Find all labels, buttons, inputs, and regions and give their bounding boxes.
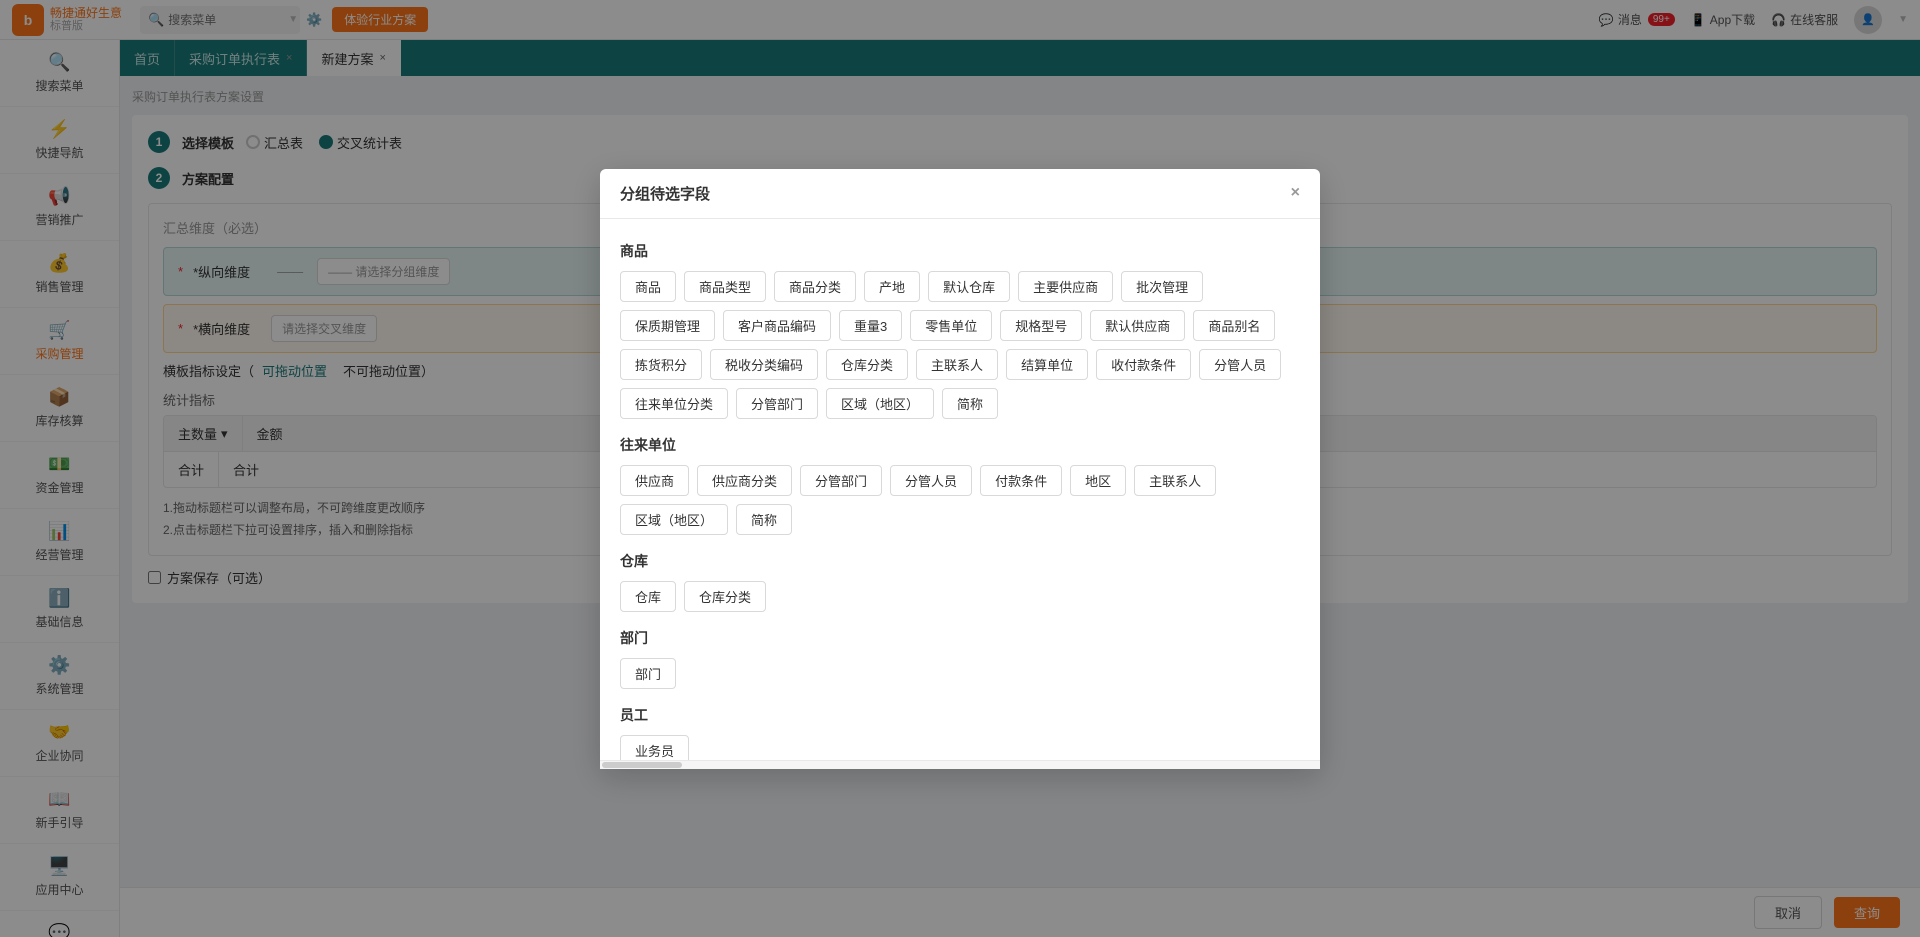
field-tag[interactable]: 主联系人: [916, 349, 998, 380]
field-tag[interactable]: 供应商: [620, 465, 689, 496]
field-tag[interactable]: 付款条件: [980, 465, 1062, 496]
field-tag[interactable]: 默认供应商: [1090, 310, 1185, 341]
field-tag[interactable]: 拣货积分: [620, 349, 702, 380]
field-tag[interactable]: 分管人员: [1199, 349, 1281, 380]
field-tag[interactable]: 税收分类编码: [710, 349, 818, 380]
modal-header: 分组待选字段 ×: [600, 169, 1320, 219]
group-title-staff: 员工: [620, 705, 1300, 725]
group-title-dept: 部门: [620, 628, 1300, 648]
modal-overlay: 分组待选字段 × 商品 商品 商品类型 商品分类 产地 默认仓库 主要供应商 批…: [0, 0, 1920, 937]
field-tag[interactable]: 批次管理: [1121, 271, 1203, 302]
group-title-goods: 商品: [620, 241, 1300, 261]
field-tag[interactable]: 重量3: [839, 310, 902, 341]
field-tag[interactable]: 客户商品编码: [723, 310, 831, 341]
field-tag[interactable]: 主要供应商: [1018, 271, 1113, 302]
field-tag[interactable]: 简称: [736, 504, 792, 535]
field-tags-staff: 业务员: [620, 735, 1300, 761]
modal-body: 商品 商品 商品类型 商品分类 产地 默认仓库 主要供应商 批次管理 保质期管理…: [600, 219, 1320, 761]
field-tag[interactable]: 简称: [942, 388, 998, 419]
modal: 分组待选字段 × 商品 商品 商品类型 商品分类 产地 默认仓库 主要供应商 批…: [600, 169, 1320, 769]
field-tags-dept: 部门: [620, 658, 1300, 689]
modal-close-button[interactable]: ×: [1291, 185, 1300, 201]
modal-hscroll-thumb: [602, 762, 682, 768]
group-title-warehouse: 仓库: [620, 551, 1300, 571]
field-tag[interactable]: 商品别名: [1193, 310, 1275, 341]
field-tag[interactable]: 分管人员: [890, 465, 972, 496]
field-tag[interactable]: 区域（地区）: [826, 388, 934, 419]
modal-hscrollbar[interactable]: [600, 760, 1320, 768]
field-tag[interactable]: 商品: [620, 271, 676, 302]
field-tag[interactable]: 分管部门: [800, 465, 882, 496]
field-tag[interactable]: 仓库分类: [826, 349, 908, 380]
group-title-partner: 往来单位: [620, 435, 1300, 455]
field-tag[interactable]: 仓库: [620, 581, 676, 612]
field-tag[interactable]: 区域（地区）: [620, 504, 728, 535]
field-tags-partner: 供应商 供应商分类 分管部门 分管人员 付款条件 地区 主联系人 区域（地区） …: [620, 465, 1300, 535]
field-tag[interactable]: 结算单位: [1006, 349, 1088, 380]
field-tag[interactable]: 主联系人: [1134, 465, 1216, 496]
field-tag[interactable]: 往来单位分类: [620, 388, 728, 419]
field-tag[interactable]: 默认仓库: [928, 271, 1010, 302]
field-tag[interactable]: 仓库分类: [684, 581, 766, 612]
field-tag[interactable]: 分管部门: [736, 388, 818, 419]
field-tag[interactable]: 零售单位: [910, 310, 992, 341]
field-tag[interactable]: 收付款条件: [1096, 349, 1191, 380]
field-tag[interactable]: 商品类型: [684, 271, 766, 302]
field-tag[interactable]: 产地: [864, 271, 920, 302]
field-tag[interactable]: 供应商分类: [697, 465, 792, 496]
field-tag[interactable]: 规格型号: [1000, 310, 1082, 341]
field-tag[interactable]: 地区: [1070, 465, 1126, 496]
field-tag[interactable]: 商品分类: [774, 271, 856, 302]
modal-title: 分组待选字段: [620, 183, 710, 204]
field-tags-warehouse: 仓库 仓库分类: [620, 581, 1300, 612]
field-tag[interactable]: 部门: [620, 658, 676, 689]
field-tag[interactable]: 保质期管理: [620, 310, 715, 341]
field-tags-goods: 商品 商品类型 商品分类 产地 默认仓库 主要供应商 批次管理 保质期管理 客户…: [620, 271, 1300, 419]
field-tag[interactable]: 业务员: [620, 735, 689, 761]
